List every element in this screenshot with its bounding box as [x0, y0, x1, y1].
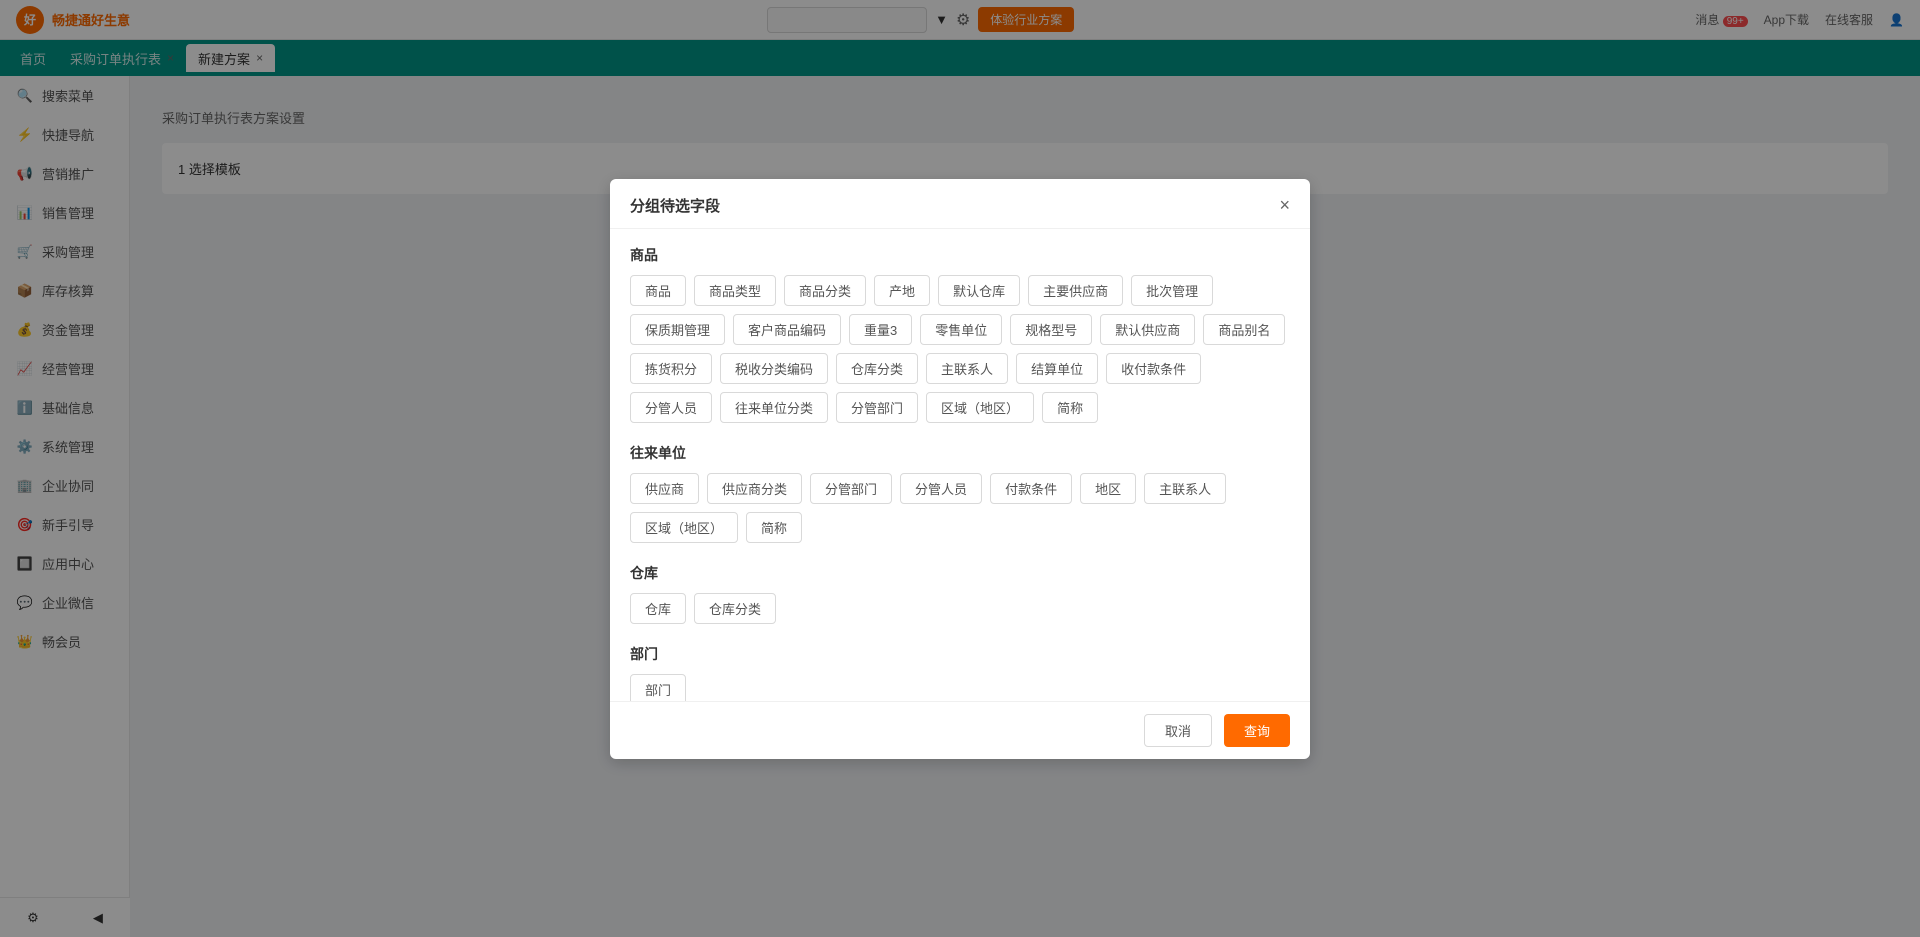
- field-tag-main-supplier[interactable]: 主要供应商: [1028, 275, 1123, 306]
- department-field-tags: 部门: [630, 674, 1290, 701]
- partners-section-title: 往来单位: [630, 443, 1290, 463]
- field-tag-region[interactable]: 区域（地区）: [926, 392, 1034, 423]
- field-tag-spec-model[interactable]: 规格型号: [1010, 314, 1092, 345]
- field-tag-weight[interactable]: 重量3: [849, 314, 912, 345]
- field-tag-batch-mgmt[interactable]: 批次管理: [1131, 275, 1213, 306]
- modal-body[interactable]: 商品 商品 商品类型 商品分类 产地 默认仓库 主要供应商 批次管理 保质期管理…: [610, 229, 1310, 701]
- field-tag-area[interactable]: 地区: [1080, 473, 1136, 504]
- field-tag-manager[interactable]: 分管人员: [630, 392, 712, 423]
- field-tag-region2[interactable]: 区域（地区）: [630, 512, 738, 543]
- field-tag-default-supplier[interactable]: 默认供应商: [1100, 314, 1195, 345]
- field-tag-goods-category[interactable]: 商品分类: [784, 275, 866, 306]
- cancel-button[interactable]: 取消: [1144, 714, 1212, 747]
- modal-footer: 取消 查询: [610, 701, 1310, 759]
- field-tag-settlement-unit[interactable]: 结算单位: [1016, 353, 1098, 384]
- field-tag-goods-type[interactable]: 商品类型: [694, 275, 776, 306]
- field-select-modal: 分组待选字段 × 商品 商品 商品类型 商品分类 产地 默认仓库 主要供应商 批…: [610, 179, 1310, 759]
- goods-field-tags: 商品 商品类型 商品分类 产地 默认仓库 主要供应商 批次管理 保质期管理 客户…: [630, 275, 1290, 423]
- field-tag-payment-terms[interactable]: 收付款条件: [1106, 353, 1201, 384]
- goods-section-title: 商品: [630, 245, 1290, 265]
- field-tag-warehouse-cat[interactable]: 仓库分类: [694, 593, 776, 624]
- field-tag-main-contact[interactable]: 主联系人: [926, 353, 1008, 384]
- field-tag-manager2[interactable]: 分管人员: [900, 473, 982, 504]
- field-tag-tax-code[interactable]: 税收分类编码: [720, 353, 828, 384]
- modal-header: 分组待选字段 ×: [610, 179, 1310, 229]
- field-tag-dept-managed[interactable]: 分管部门: [836, 392, 918, 423]
- field-tag-customer-code[interactable]: 客户商品编码: [733, 314, 841, 345]
- modal-title: 分组待选字段: [630, 195, 720, 216]
- field-tag-department[interactable]: 部门: [630, 674, 686, 701]
- field-tag-retail-unit[interactable]: 零售单位: [920, 314, 1002, 345]
- partners-section: 往来单位 供应商 供应商分类 分管部门 分管人员 付款条件 地区 主联系人 区域…: [630, 443, 1290, 543]
- warehouse-section: 仓库 仓库 仓库分类: [630, 563, 1290, 624]
- department-section: 部门 部门: [630, 644, 1290, 701]
- modal-close-button[interactable]: ×: [1279, 196, 1290, 214]
- goods-section: 商品 商品 商品类型 商品分类 产地 默认仓库 主要供应商 批次管理 保质期管理…: [630, 245, 1290, 423]
- field-tag-short-name2[interactable]: 简称: [746, 512, 802, 543]
- field-tag-supplier[interactable]: 供应商: [630, 473, 699, 504]
- modal-overlay: 分组待选字段 × 商品 商品 商品类型 商品分类 产地 默认仓库 主要供应商 批…: [0, 0, 1920, 937]
- field-tag-goods[interactable]: 商品: [630, 275, 686, 306]
- confirm-button[interactable]: 查询: [1224, 714, 1290, 747]
- field-tag-dept-managed2[interactable]: 分管部门: [810, 473, 892, 504]
- field-tag-payment-terms2[interactable]: 付款条件: [990, 473, 1072, 504]
- field-tag-warehouse-category[interactable]: 仓库分类: [836, 353, 918, 384]
- field-tag-short-name[interactable]: 简称: [1042, 392, 1098, 423]
- field-tag-partner-category[interactable]: 往来单位分类: [720, 392, 828, 423]
- partners-field-tags: 供应商 供应商分类 分管部门 分管人员 付款条件 地区 主联系人 区域（地区） …: [630, 473, 1290, 543]
- field-tag-main-contact2[interactable]: 主联系人: [1144, 473, 1226, 504]
- field-tag-warehouse[interactable]: 仓库: [630, 593, 686, 624]
- warehouse-section-title: 仓库: [630, 563, 1290, 583]
- field-tag-supplier-category[interactable]: 供应商分类: [707, 473, 802, 504]
- field-tag-shelf-life[interactable]: 保质期管理: [630, 314, 725, 345]
- field-tag-goods-alias[interactable]: 商品别名: [1203, 314, 1285, 345]
- field-tag-default-warehouse[interactable]: 默认仓库: [938, 275, 1020, 306]
- field-tag-origin[interactable]: 产地: [874, 275, 930, 306]
- warehouse-field-tags: 仓库 仓库分类: [630, 593, 1290, 624]
- field-tag-pick-points[interactable]: 拣货积分: [630, 353, 712, 384]
- department-section-title: 部门: [630, 644, 1290, 664]
